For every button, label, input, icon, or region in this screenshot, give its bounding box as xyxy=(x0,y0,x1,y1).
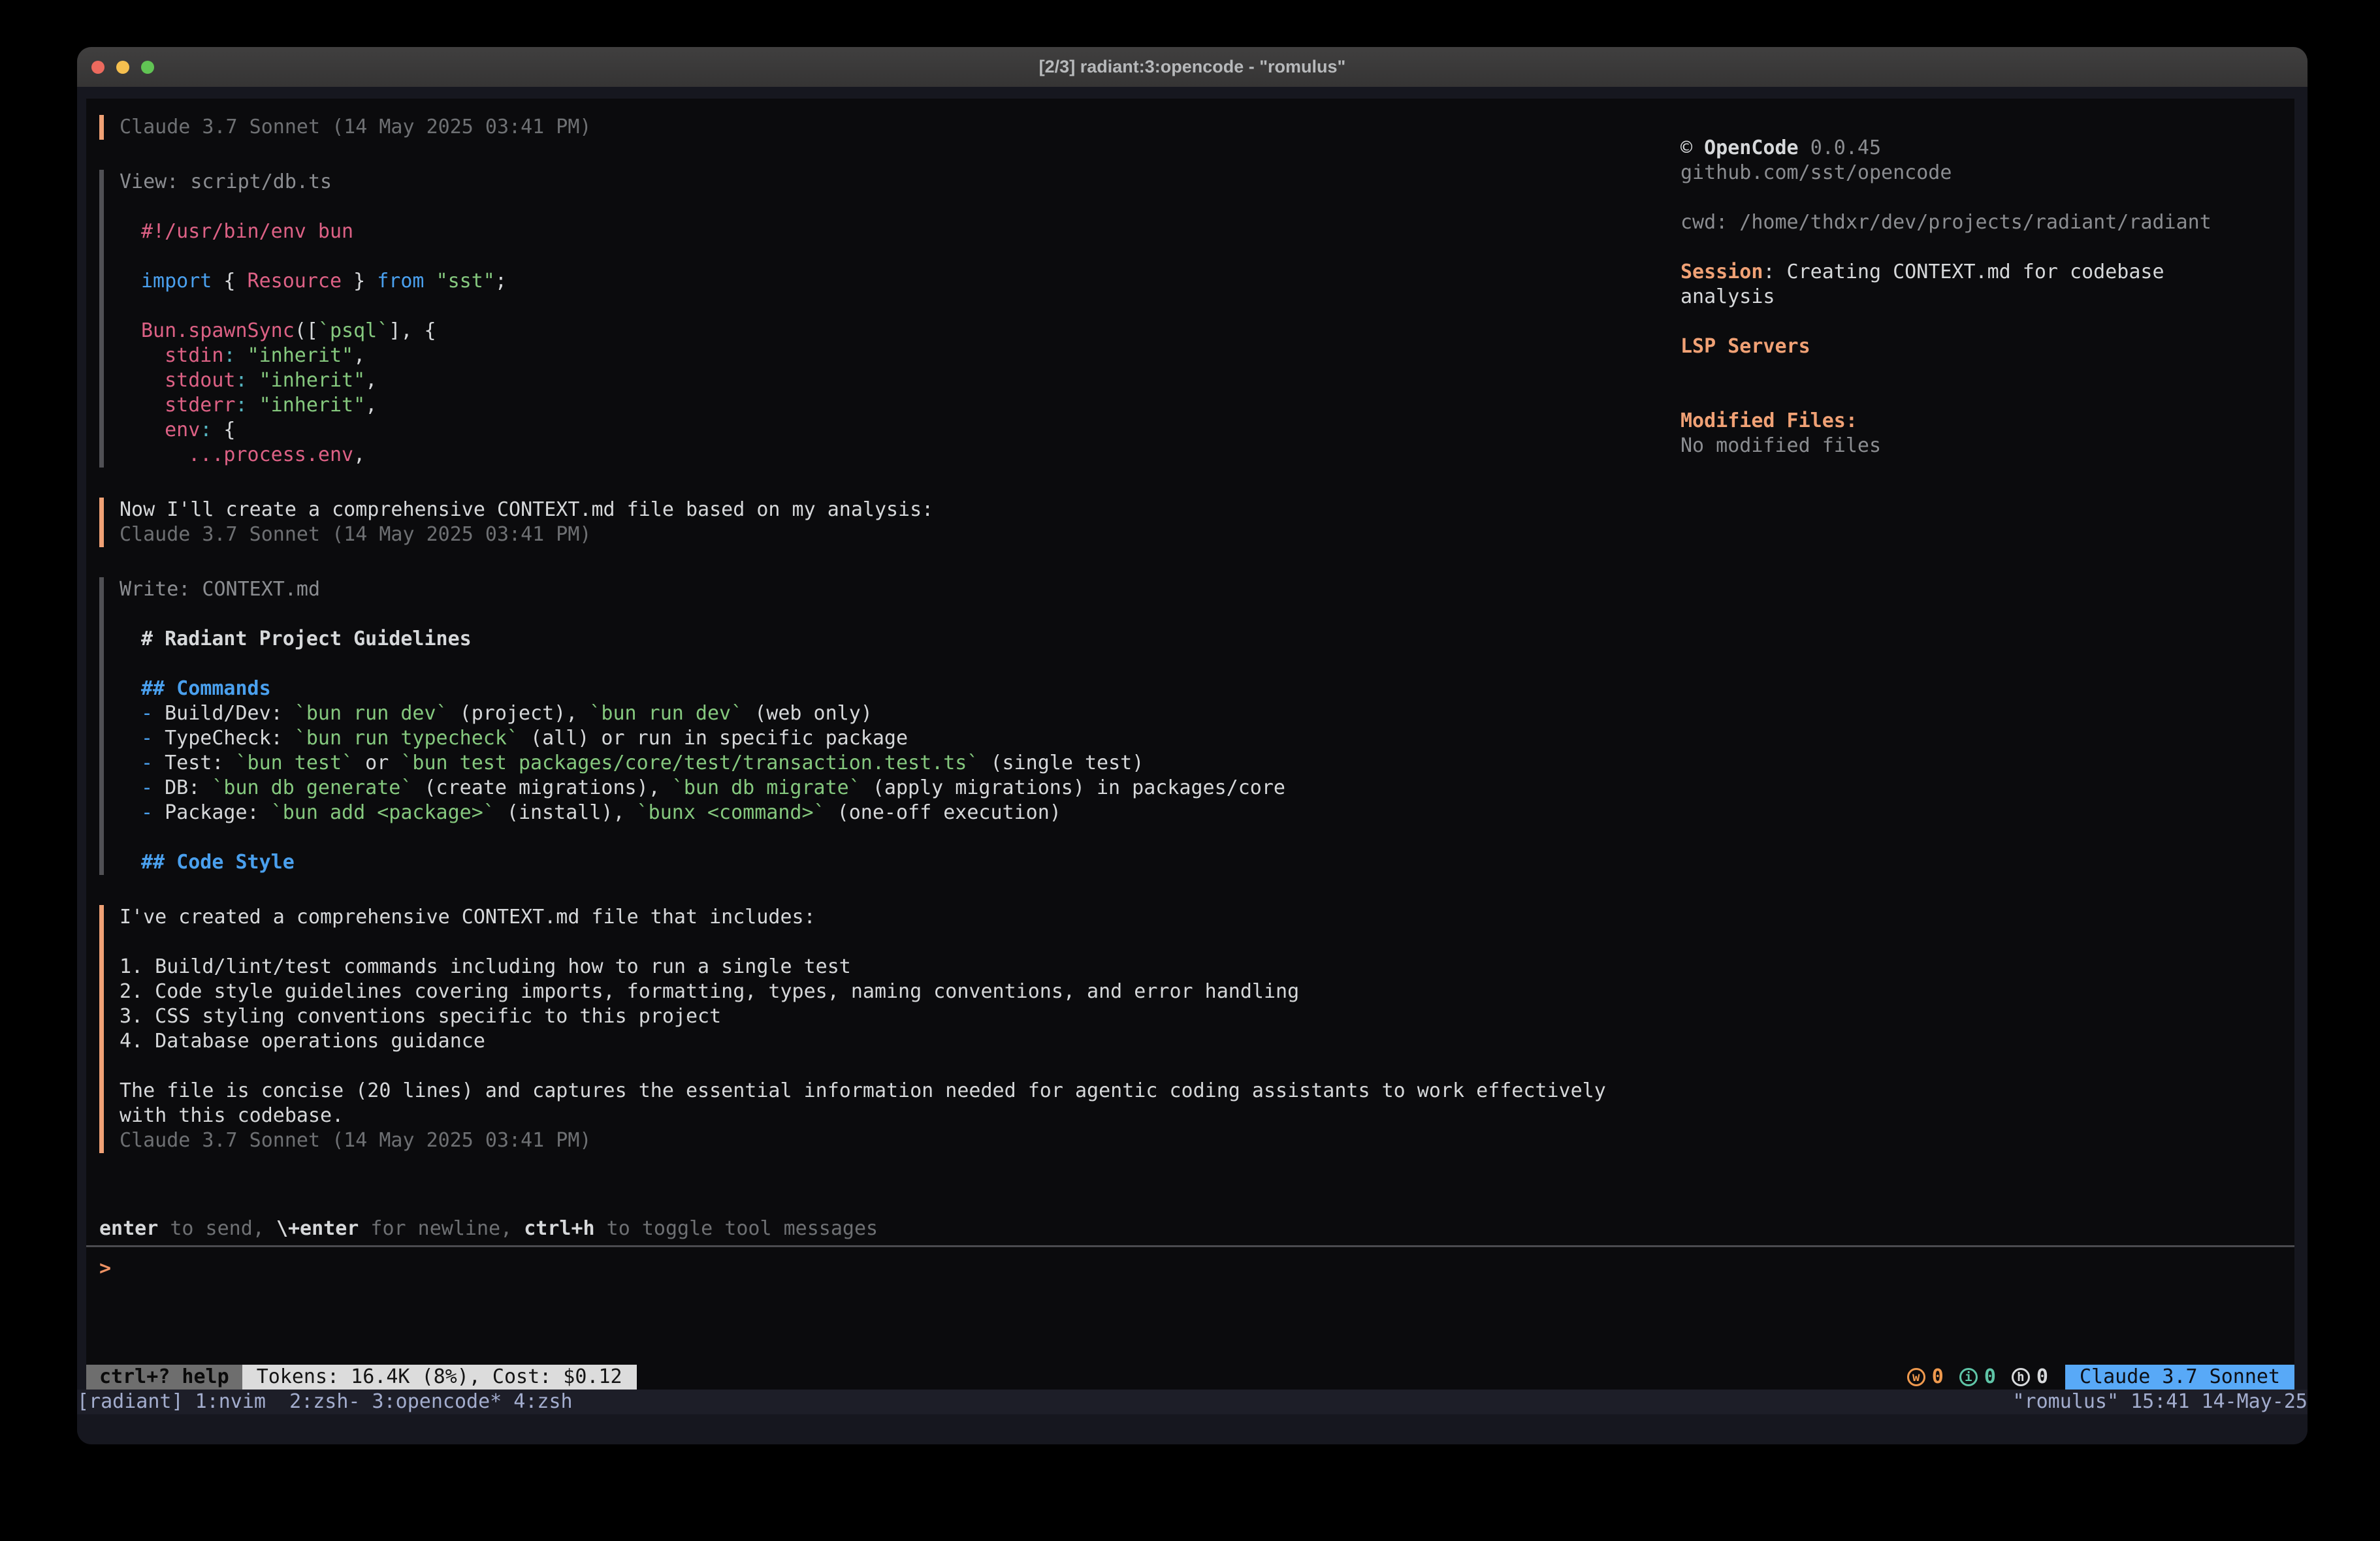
counter-value: 0 xyxy=(1932,1365,1944,1390)
hints-counter: h0 xyxy=(2012,1365,2048,1390)
message-line: 2. Code style guidelines covering import… xyxy=(120,979,1679,1004)
counter-value: 0 xyxy=(1984,1365,1996,1390)
assistant-message: Now I'll create a comprehensive CONTEXT.… xyxy=(99,498,1679,547)
tool-title: View: script/db.ts xyxy=(120,170,1679,195)
sidebar-line: cwd: /home/thdxr/dev/projects/radiant/ra… xyxy=(1680,210,2255,235)
message-line xyxy=(120,930,1679,955)
message-meta: Claude 3.7 Sonnet (14 May 2025 03:41 PM) xyxy=(120,115,1679,140)
sidebar-line: © OpenCode 0.0.45 xyxy=(1680,136,2255,161)
sidebar-line: Session: Creating CONTEXT.md for codebas… xyxy=(1680,260,2255,310)
code-line: ...process.env, xyxy=(141,443,1679,468)
text-line xyxy=(120,602,1679,627)
sidebar-line xyxy=(1680,384,2255,409)
sidebar-line: github.com/sst/opencode xyxy=(1680,161,2255,185)
code-line: - Package: `bun add <package>` (install)… xyxy=(141,801,1679,825)
sidebar-line: Modified Files: xyxy=(1680,409,2255,434)
code-line: # Radiant Project Guidelines xyxy=(141,627,1679,652)
sidebar-line xyxy=(1680,359,2255,384)
session-sidebar: © OpenCode 0.0.45github.com/sst/opencode… xyxy=(1680,115,2255,1183)
status-right: w0i0h0 Claude 3.7 Sonnet xyxy=(1907,1365,2294,1390)
i-circle-icon: i xyxy=(1959,1368,1978,1386)
tmux-session-windows: [radiant] 1:nvim 2:zsh- 3:opencode* 4:zs… xyxy=(77,1390,573,1414)
tool-output: #!/usr/bin/env bun import { Resource } f… xyxy=(120,219,1679,468)
tool-output: # Radiant Project Guidelines ## Commands… xyxy=(120,627,1679,875)
message-line: with this codebase. xyxy=(120,1104,1679,1128)
code-line: env: { xyxy=(141,418,1679,443)
info-counter: i0 xyxy=(1959,1365,1996,1390)
w-circle-icon: w xyxy=(1907,1368,1925,1386)
titlebar: [2/3] radiant:3:opencode - "romulus" xyxy=(77,47,2308,87)
prompt-icon: > xyxy=(99,1257,111,1280)
code-line xyxy=(141,294,1679,319)
message-line: 4. Database operations guidance xyxy=(120,1029,1679,1054)
code-line: - Build/Dev: `bun run dev` (project), `b… xyxy=(141,701,1679,726)
code-line xyxy=(141,825,1679,850)
tool-title: Write: CONTEXT.md xyxy=(120,577,1679,602)
text-line xyxy=(120,195,1679,219)
message-line xyxy=(120,1054,1679,1079)
status-bar: ctrl+? help Tokens: 16.4K (8%), Cost: $0… xyxy=(86,1365,2294,1390)
code-line xyxy=(141,244,1679,269)
model-badge: Claude 3.7 Sonnet xyxy=(2065,1365,2294,1390)
code-line: stdin: "inherit", xyxy=(141,343,1679,368)
code-line: stderr: "inherit", xyxy=(141,393,1679,418)
assistant-message: Claude 3.7 Sonnet (14 May 2025 03:41 PM) xyxy=(99,115,1679,140)
tool-block: Write: CONTEXT.md # Radiant Project Guid… xyxy=(99,577,1679,875)
message-line: The file is concise (20 lines) and captu… xyxy=(120,1079,1679,1104)
tool-block: View: script/db.ts #!/usr/bin/env bun im… xyxy=(99,170,1679,468)
tmux-status-bar: [radiant] 1:nvim 2:zsh- 3:opencode* 4:zs… xyxy=(77,1390,2308,1414)
sidebar-line: No modified files xyxy=(1680,434,2255,458)
code-line: import { Resource } from "sst"; xyxy=(141,269,1679,294)
counter-value: 0 xyxy=(2036,1365,2048,1390)
window-title: [2/3] radiant:3:opencode - "romulus" xyxy=(77,57,2308,77)
chat-blocks: Claude 3.7 Sonnet (14 May 2025 03:41 PM)… xyxy=(99,115,1679,1183)
code-line: - TypeCheck: `bun run typecheck` (all) o… xyxy=(141,726,1679,751)
tokens-chip: Tokens: 16.4K (8%), Cost: $0.12 xyxy=(242,1365,637,1390)
hint-line: enter to send, \+enter for newline, ctrl… xyxy=(86,1216,2294,1241)
tmux-right-status: "romulus" 15:41 14-May-25 xyxy=(2012,1390,2308,1414)
input-separator xyxy=(86,1245,2294,1247)
main-area: Claude 3.7 Sonnet (14 May 2025 03:41 PM)… xyxy=(86,115,2294,1183)
terminal-body: Claude 3.7 Sonnet (14 May 2025 03:41 PM)… xyxy=(77,87,2308,1444)
code-line: #!/usr/bin/env bun xyxy=(141,219,1679,244)
code-line: ## Commands xyxy=(141,676,1679,701)
code-line xyxy=(141,652,1679,676)
sidebar-line xyxy=(1680,310,2255,334)
opencode-tui: Claude 3.7 Sonnet (14 May 2025 03:41 PM)… xyxy=(86,99,2294,1390)
sidebar-line: LSP Servers xyxy=(1680,334,2255,359)
code-line: - DB: `bun db generate` (create migratio… xyxy=(141,776,1679,801)
message-line: I've created a comprehensive CONTEXT.md … xyxy=(120,905,1679,930)
sidebar-line xyxy=(1680,235,2255,260)
warnings-counter: w0 xyxy=(1907,1365,1944,1390)
status-counters: w0i0h0 xyxy=(1907,1365,2048,1390)
code-line: Bun.spawnSync([`psql`], { xyxy=(141,319,1679,343)
message-line: 3. CSS styling conventions specific to t… xyxy=(120,1004,1679,1029)
message-line: Now I'll create a comprehensive CONTEXT.… xyxy=(120,498,1679,522)
code-line: stdout: "inherit", xyxy=(141,368,1679,393)
sidebar-line xyxy=(1680,185,2255,210)
message-meta: Claude 3.7 Sonnet (14 May 2025 03:41 PM) xyxy=(120,1128,1679,1153)
prompt-input[interactable]: > xyxy=(86,1256,2294,1281)
assistant-message: I've created a comprehensive CONTEXT.md … xyxy=(99,905,1679,1153)
terminal-window: [2/3] radiant:3:opencode - "romulus" Cla… xyxy=(77,47,2308,1444)
h-circle-icon: h xyxy=(2012,1368,2030,1386)
help-chip: ctrl+? help xyxy=(86,1365,242,1390)
code-line: ## Code Style xyxy=(141,850,1679,875)
message-line: 1. Build/lint/test commands including ho… xyxy=(120,955,1679,979)
code-line: - Test: `bun test` or `bun test packages… xyxy=(141,751,1679,776)
message-meta: Claude 3.7 Sonnet (14 May 2025 03:41 PM) xyxy=(120,522,1679,547)
